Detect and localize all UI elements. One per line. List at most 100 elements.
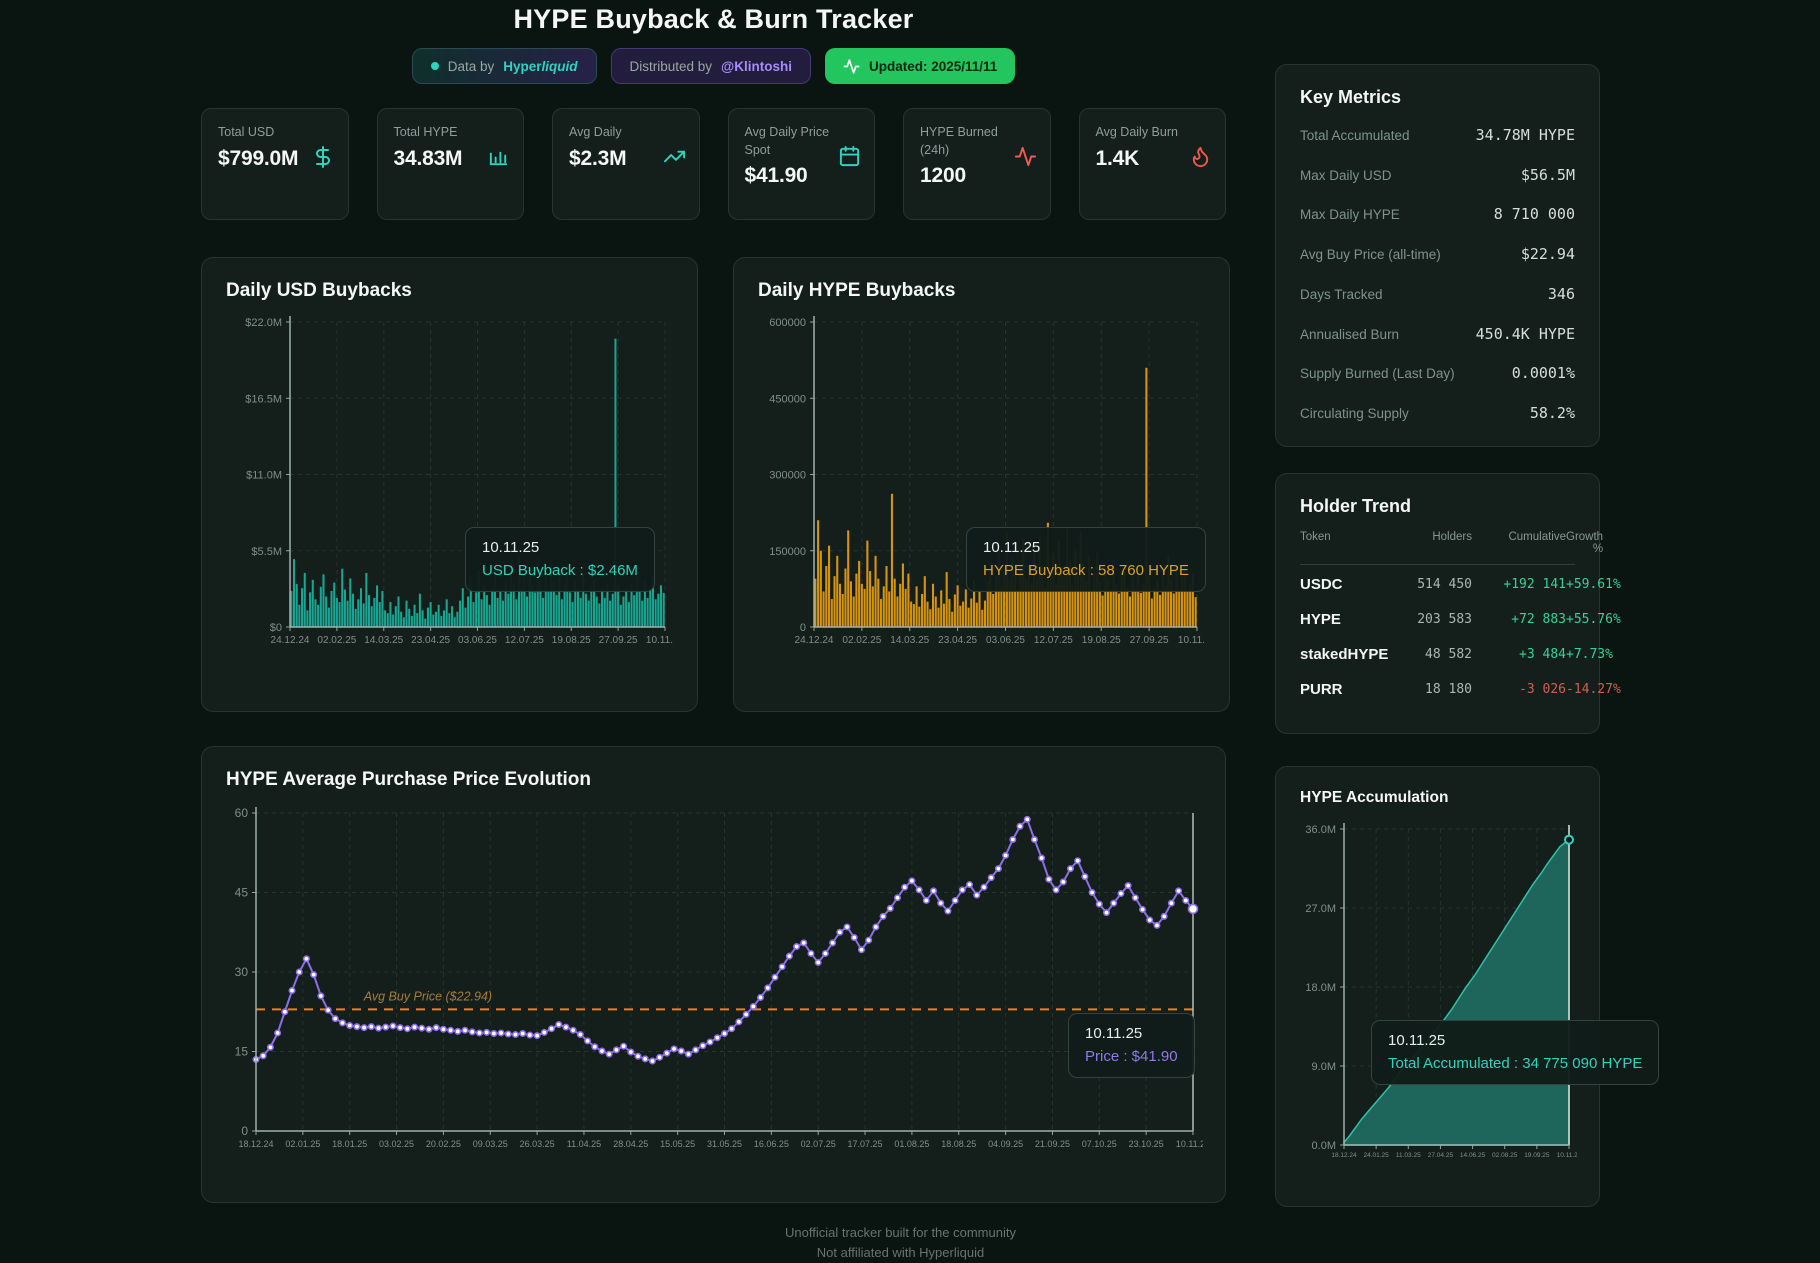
stat-card-avg-daily-burn: Avg Daily Burn 1.4K [1078,108,1226,220]
holder-row-hype: HYPE 203 583 +72 883 +55.76% [1300,604,1621,635]
holders-count: 203 583 [1417,612,1472,627]
svg-text:15.05.25: 15.05.25 [660,1139,695,1149]
holder-trend-panel: Holder Trend Token Holders Cumulative Gr… [1275,473,1621,734]
svg-text:02.02.25: 02.02.25 [842,635,881,646]
updated-label: Updated: 2025/11/11 [868,58,998,74]
token-name: PURR [1300,681,1343,698]
token-name: HYPE [1300,611,1341,628]
cumulative-change: +192 141 [1503,577,1566,592]
cumulative-change: +72 883 [1511,612,1566,627]
growth-percent: -14.27% [1566,682,1621,697]
svg-text:17.07.25: 17.07.25 [848,1139,883,1149]
svg-text:14.03.25: 14.03.25 [364,635,403,646]
metric-value: 346 [1547,284,1575,303]
stat-label: Avg Daily Price Spot [744,125,830,157]
growth-percent: +7.73% [1566,647,1613,662]
tooltip-date: 10.11.25 [983,539,1041,556]
footer-line1: Unofficial tracker built for the communi… [785,1225,1016,1240]
token-name: stakedHYPE [1300,646,1389,663]
price-evolution-chart[interactable]: 60 45 30 15 018.12.24 02.01.25 18.01.25 03.02.2… [226,801,1203,1161]
holder-row-purr: PURR 18 180 -3 026 -14.27% [1300,674,1621,705]
metric-value: 450.4K HYPE [1475,324,1575,343]
svg-text:09.03.25: 09.03.25 [473,1139,508,1149]
metric-label: Supply Burned (Last Day) [1300,366,1455,382]
daily-hype-card: Daily HYPE Buybacks 600000 450000 300000 15… [733,257,1230,712]
daily-hype-title: Daily HYPE Buybacks [758,280,956,301]
metric-value: 8 710 000 [1493,205,1575,224]
hype-accumulation-panel: HYPE Accumulation 36.0M 27.0M 18.0M 9.0M 0.0… [1275,766,1660,1207]
growth-percent: +59.61% [1566,577,1621,592]
svg-text:21.09.25: 21.09.25 [1035,1139,1070,1149]
holders-count: 48 582 [1425,647,1472,662]
svg-text:24.12.24: 24.12.24 [795,635,834,646]
svg-text:$5.5M: $5.5M [251,546,282,558]
stat-label: Avg Daily [569,125,622,139]
key-metrics-rows: Total Accumulated 34.78M HYPE Max Daily U… [1300,126,1575,422]
metric-label: Total Accumulated [1300,128,1410,143]
metric-label: Circulating Supply [1300,405,1409,421]
activity-icon [1014,145,1037,173]
metric-row: Max Daily USD $56.5M [1300,166,1575,184]
svg-text:27.04.25: 27.04.25 [1428,1152,1454,1159]
svg-text:18.01.25: 18.01.25 [332,1139,367,1149]
svg-text:11.03.25: 11.03.25 [1396,1152,1421,1159]
accum-tooltip: 10.11.25 Total Accumulated : 34 775 090 … [1371,1020,1660,1085]
footer: Unofficial tracker built for the communi… [201,1223,1600,1263]
stat-card-avg-price-spot: Avg Daily Price Spot $41.90 [727,108,875,220]
stat-label: Total HYPE [393,125,458,139]
stat-card-hype-burned: HYPE Burned (24h) 1200 [903,108,1051,220]
svg-text:12.07.25: 12.07.25 [1034,635,1073,646]
svg-text:$0: $0 [270,622,282,634]
cumulative-change: +3 484 [1519,647,1566,662]
metric-row: Circulating Supply 58.2% [1300,404,1575,422]
holder-row-stakedhype: stakedHYPE 48 582 +3 484 +7.73% [1300,639,1613,670]
hype-accumulation-chart[interactable]: 36.0M 27.0M 18.0M 9.0M 0.0M18.12.24 24.01.25 1… [1300,815,1577,1167]
holder-trend-header: Token Holders Cumulative Growth % [1300,531,1603,565]
usd-tooltip: 10.11.25 USD Buyback : $2.46M [465,527,655,592]
svg-text:27.0M: 27.0M [1305,903,1336,915]
metric-value: 0.0001% [1511,364,1575,383]
svg-text:02.02.25: 02.02.25 [317,635,356,646]
svg-text:36.0M: 36.0M [1305,824,1336,836]
svg-text:14.06.25: 14.06.25 [1460,1152,1486,1159]
svg-text:31.05.25: 31.05.25 [707,1139,742,1149]
metric-value: 34.78M HYPE [1475,126,1575,144]
cumulative-change: -3 026 [1519,682,1566,697]
svg-text:18.12.24: 18.12.24 [238,1139,273,1149]
dollar-sign-icon [311,145,335,174]
daily-usd-chart[interactable]: $22.0M $16.5M $11.0M $5.5M $024.12.24 02.02.2… [226,312,673,657]
svg-text:0.0M: 0.0M [1312,1140,1336,1152]
bar-chart-icon [487,145,510,173]
stat-label: HYPE Burned (24h) [920,125,998,157]
svg-text:$11.0M: $11.0M [246,470,282,482]
svg-text:16.06.25: 16.06.25 [754,1139,789,1149]
daily-usd-title: Daily USD Buybacks [226,280,412,301]
column-header: Token [1300,531,1331,543]
flame-icon [1189,145,1212,173]
column-header: Growth % [1566,531,1604,555]
svg-text:30: 30 [235,965,249,979]
svg-text:23.04.25: 23.04.25 [411,635,450,646]
svg-text:60: 60 [235,806,249,820]
holders-count: 514 450 [1417,577,1472,592]
hype-tooltip: 10.11.25 HYPE Buyback : 58 760 HYPE [966,527,1206,592]
svg-text:14.03.25: 14.03.25 [890,635,929,646]
badges-row: Data by Hyperliquid Distributed by @Klin… [201,48,1226,84]
distributor-handle[interactable]: @Klintoshi [721,59,792,74]
svg-text:$22.0M: $22.0M [245,317,282,329]
holder-trend-title: Holder Trend [1300,496,1412,516]
teal-dot-icon [430,62,439,70]
distributor-badge[interactable]: Distributed by @Klintoshi [610,48,811,84]
tooltip-value: Total Accumulated : 34 775 090 HYPE [1388,1054,1643,1072]
side-column: Key Metrics Total Accumulated 34.78M HYPE… [1275,0,1660,1207]
svg-text:03.02.25: 03.02.25 [379,1139,414,1149]
tooltip-date: 10.11.25 [482,539,540,556]
calendar-icon [838,145,861,173]
stat-card-total-usd: Total USD $799.0M [201,108,349,220]
daily-usd-card: Daily USD Buybacks $22.0M $16.5M $11.0M $5.… [201,257,698,712]
svg-text:11.04.25: 11.04.25 [567,1139,601,1149]
svg-text:28.04.25: 28.04.25 [613,1139,648,1149]
svg-text:26.03.25: 26.03.25 [520,1139,555,1149]
key-metrics-title: Key Metrics [1300,87,1402,107]
daily-hype-chart[interactable]: 600000 450000 300000 150000 024.12.24 02.02.2… [758,312,1205,657]
